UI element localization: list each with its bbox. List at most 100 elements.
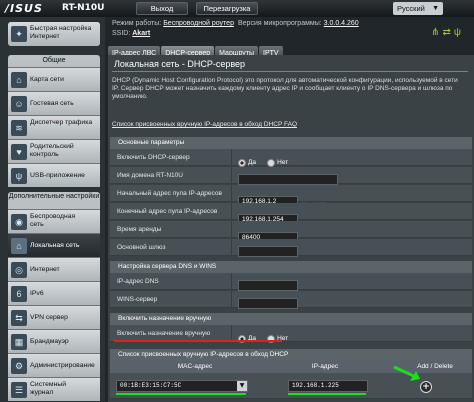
sidebar-item-label: IPv6 [30, 290, 44, 297]
manual-assign-radios: Да Нет [238, 328, 294, 347]
sidebar-item-wireless[interactable]: ◉ Беспроводная сеть [8, 209, 100, 233]
mac-value: 00:1B:E3:15:C7:5C [120, 382, 182, 389]
sidebar-item-lan[interactable]: ⌂ Локальная сеть [8, 233, 100, 257]
quick-setup-box: ✦ Быстрая настройка Интернет [8, 22, 100, 46]
domain-row: Имя домена RT-N10U [110, 167, 472, 185]
wifi-status-icon[interactable]: ⋔ [431, 27, 442, 38]
language-select[interactable]: Русский ▼ [393, 2, 443, 15]
firewall-icon: ▦ [11, 334, 27, 350]
sidebar-item-ipv6[interactable]: 6 IPv6 [8, 281, 100, 305]
guest-network-icon: ☺ [11, 96, 27, 112]
page-title: Локальная сеть - DHCP-сервер [114, 59, 246, 69]
main-content: ASUS Локальная сеть - DHCP-сервер DHCP (… [108, 55, 474, 402]
sidebar: ✦ Быстрая настройка Интернет Общие ⌂ Карт… [0, 17, 105, 402]
manual-section-header: Включить назначение вручную [110, 313, 472, 325]
wins-input[interactable] [238, 298, 298, 309]
sidebar-item-label: Карта сети [30, 76, 64, 83]
pool-end-row: Конечный адрес пула IP-адресов 192.168.1… [110, 203, 472, 225]
faq-link[interactable]: Список присвоенных вручную IP-адресов в … [112, 121, 297, 128]
sidebar-item-syslog[interactable]: ☰ Системный журнал [8, 377, 100, 401]
sidebar-item-label: Беспроводная сеть [30, 213, 76, 228]
lease-row: Время аренды 86400 [110, 221, 472, 243]
sidebar-item-vpn[interactable]: ⇆ VPN сервер [8, 305, 100, 329]
mode-value[interactable]: Беспроводной роутер [163, 20, 234, 27]
ip-value: 192.168.1.225 [292, 382, 339, 389]
mode-label: Режим работы: [112, 20, 162, 27]
lan-icon: ⌂ [11, 238, 27, 254]
dns-row: IP-адрес DNS [110, 273, 472, 291]
logout-button[interactable]: Выход [136, 2, 188, 15]
sidebar-item-label: Администрирование [30, 362, 95, 369]
sidebar-item-label: Диспетчер трафика [30, 119, 93, 126]
add-entry-button[interactable]: + [420, 381, 432, 393]
sidebar-item-network-map[interactable]: ⌂ Карта сети [8, 67, 100, 91]
parental-control-icon: ♥ [11, 144, 27, 160]
firmware-label: Версия микропрограммы: [238, 20, 322, 27]
page-description: DHCP (Dynamic Host Configuration Protoco… [112, 77, 458, 100]
gateway-row: Основной шлюз [110, 239, 472, 257]
sidebar-item-internet[interactable]: ◎ Интернет [8, 257, 100, 281]
gateway-input[interactable] [238, 246, 298, 257]
general-nav-heading: Общие [42, 57, 66, 64]
mac-underline [116, 393, 246, 395]
network-status-icon[interactable]: ⇄ [442, 27, 453, 38]
highlight-underline [114, 340, 282, 342]
ssid-line: SSID: Akart [112, 30, 150, 37]
col-mac: MAC-адрес [177, 363, 213, 370]
chevron-down-icon: ▼ [432, 5, 439, 12]
dns-input[interactable] [238, 280, 298, 291]
reboot-button[interactable]: Перезагрузка [196, 2, 258, 15]
wins-label: WINS-сервер [114, 291, 232, 308]
status-icons: ⋔⇄ψ [431, 27, 464, 38]
sidebar-item-usb[interactable]: ψ USB-приложение [8, 163, 100, 187]
domain-label: Имя домена RT-N10U [114, 167, 232, 184]
ip-input[interactable]: 192.168.1.225 [288, 380, 368, 392]
sidebar-item-label: Гостевая сеть [30, 100, 74, 107]
sidebar-item-parental-control[interactable]: ♥ Родительский контроль [8, 139, 100, 163]
lease-label: Время аренды [114, 221, 232, 238]
top-header: /ISUS RT-N10U Выход Перезагрузка Русский… [0, 0, 474, 17]
enable-dhcp-label: Включить DHCP-сервер [114, 149, 232, 166]
ssid-value: Akart [132, 30, 151, 37]
firmware-value[interactable]: 3.0.0.4.260 [324, 20, 359, 27]
sidebar-item-firewall[interactable]: ▦ Брандмауэр [8, 329, 100, 353]
sidebar-item-admin[interactable]: ⚙ Администрирование [8, 353, 100, 377]
enable-dhcp-row: Включить DHCP-сервер Да Нет [110, 149, 472, 167]
language-value: Русский [397, 4, 425, 13]
syslog-icon: ☰ [11, 382, 27, 398]
sidebar-item-label: Брандмауэр [30, 338, 69, 345]
internet-icon: ◎ [11, 262, 27, 278]
status-bar: Режим работы: Беспроводной роутер Версия… [108, 17, 474, 39]
network-map-icon: ⌂ [11, 72, 27, 88]
chevron-down-icon[interactable]: ▼ [237, 381, 247, 391]
quick-setup-icon: ✦ [11, 26, 27, 42]
sidebar-item-quick-setup[interactable]: ✦ Быстрая настройка Интернет [8, 22, 100, 46]
usb-status-icon[interactable]: ψ [454, 27, 464, 38]
dns-section-header: Настройка сервера DNS и WINS [110, 261, 472, 273]
sidebar-item-traffic-manager[interactable]: ≋ Диспетчер трафика [8, 115, 100, 139]
sidebar-item-guest-network[interactable]: ☺ Гостевая сеть [8, 91, 100, 115]
sidebar-item-label: Быстрая настройка Интернет [30, 25, 92, 40]
basic-section-header: Основные параметры [110, 137, 472, 149]
firmware-line: Версия микропрограммы: 3.0.0.4.260 [238, 20, 359, 27]
col-ip: IP-адрес [311, 363, 339, 370]
mode-line: Режим работы: Беспроводной роутер [112, 20, 234, 27]
wireless-icon: ◉ [11, 214, 27, 230]
dhcp-no-radio[interactable] [267, 158, 276, 167]
sidebar-item-label: Локальная сеть [30, 242, 80, 249]
sidebar-item-label: VPN сервер [30, 314, 68, 321]
pool-start-label: Начальный адрес пула IP-адресов [114, 185, 232, 202]
dns-label: IP-адрес DNS [114, 273, 232, 290]
ip-underline [288, 393, 366, 395]
traffic-manager-icon: ≋ [11, 120, 27, 136]
admin-icon: ⚙ [11, 358, 27, 374]
usb-icon: ψ [11, 168, 27, 184]
router-admin-page: /ISUS RT-N10U Выход Перезагрузка Русский… [0, 0, 474, 402]
pool-start-row: Начальный адрес пула IP-адресов 192.168.… [110, 185, 472, 207]
model-name: RT-N10U [62, 3, 105, 13]
wins-row: WINS-сервер [110, 291, 472, 309]
domain-input[interactable] [238, 174, 338, 185]
mac-select[interactable]: 00:1B:E3:15:C7:5C ▼ [116, 380, 248, 392]
dhcp-yes-radio[interactable] [238, 158, 246, 167]
tab-bar: IP-адрес ЛВС DHCP-сервер Маршруты IPTV [108, 40, 284, 61]
